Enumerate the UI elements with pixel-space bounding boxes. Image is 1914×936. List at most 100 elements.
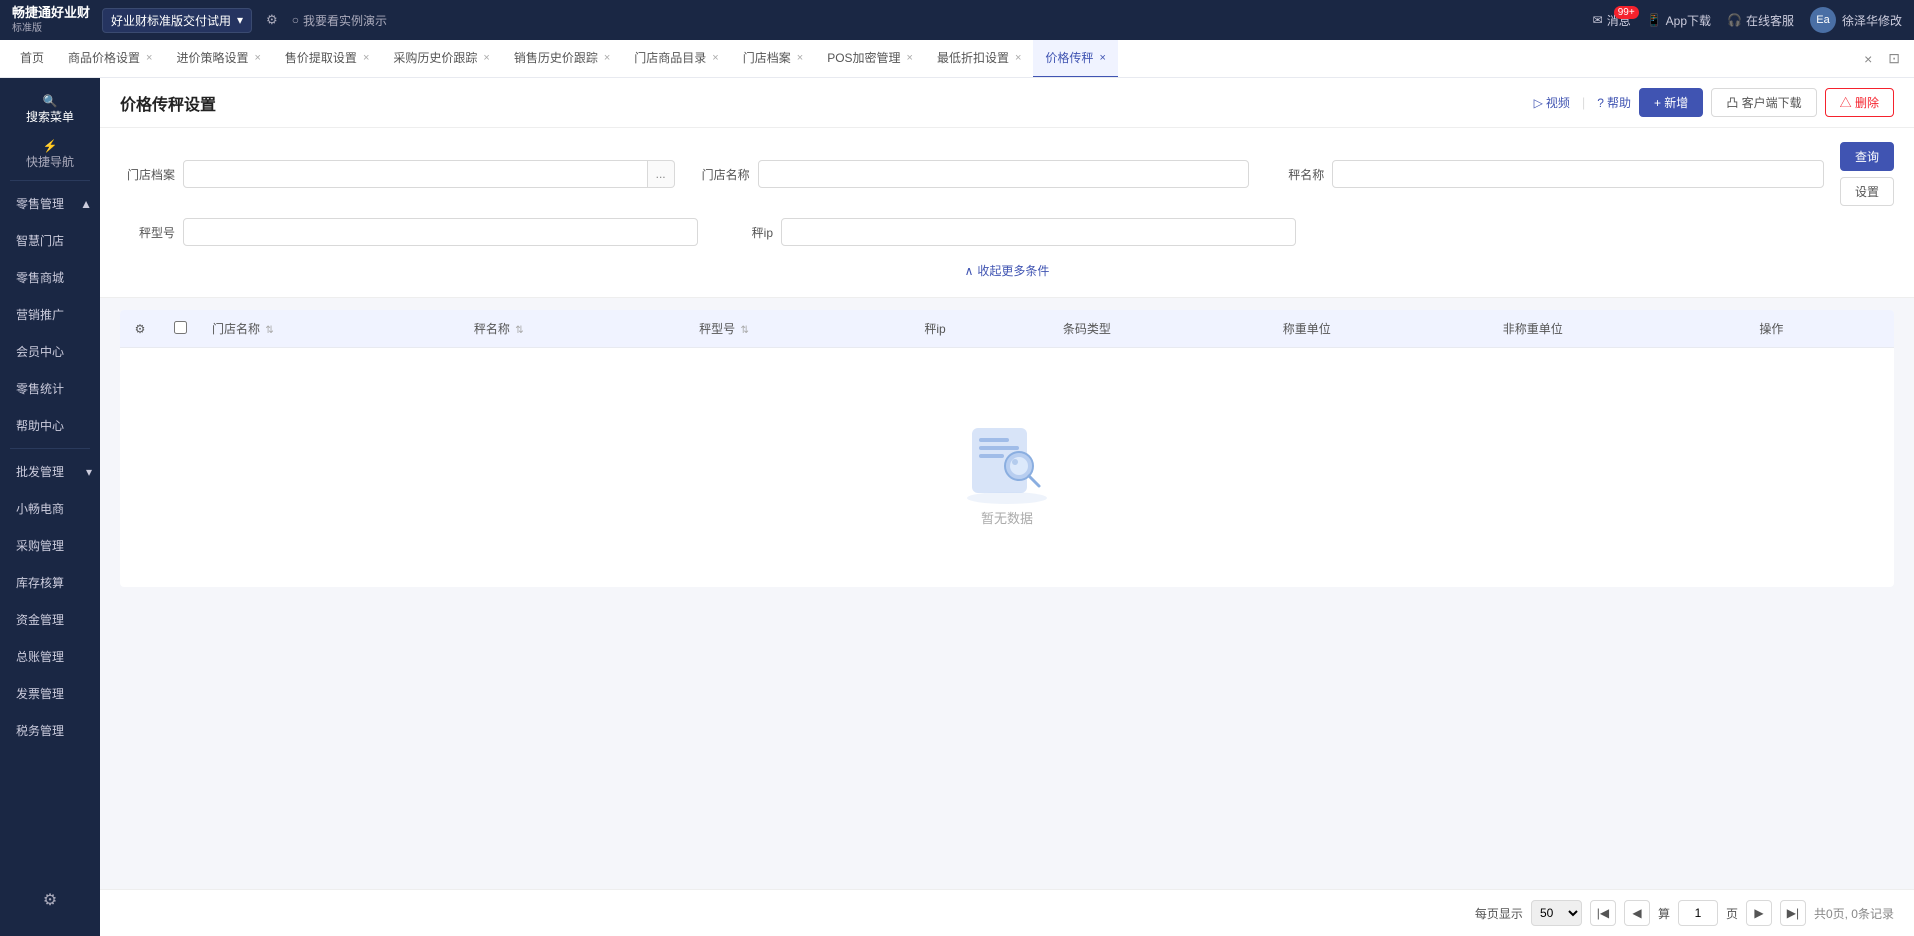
collapse-btn[interactable]: ∧ 收起更多条件	[120, 258, 1894, 283]
sidebar-item-smart-store[interactable]: 智慧门店	[0, 222, 100, 259]
messages-badge: 99+	[1614, 6, 1639, 19]
tab-sales-history[interactable]: 销售历史价跟踪 ×	[502, 40, 622, 78]
empty-area: 暂无数据	[120, 348, 1894, 587]
close-icon[interactable]: ×	[363, 52, 369, 64]
close-icon[interactable]: ×	[604, 52, 610, 64]
tab-store-catalog[interactable]: 门店商品目录 ×	[622, 40, 730, 78]
empty-illustration	[947, 408, 1067, 508]
query-btn[interactable]: 查询	[1840, 142, 1894, 171]
close-icon[interactable]: ×	[907, 52, 913, 64]
per-page-select[interactable]: 50 10 20 100	[1531, 900, 1582, 926]
filter-settings-btn[interactable]: 设置	[1840, 177, 1894, 206]
close-icon[interactable]: ×	[1099, 52, 1105, 64]
tab-sale-price[interactable]: 售价提取设置 ×	[273, 40, 381, 78]
scale-name-input[interactable]	[1332, 160, 1824, 188]
scale-model-input[interactable]	[183, 218, 698, 246]
sidebar-item-purchase[interactable]: 采购管理	[0, 527, 100, 564]
sort-icon: ⇅	[740, 325, 748, 336]
sidebar-item-retail-mall[interactable]: 零售商城	[0, 259, 100, 296]
page-suffix-label: 页	[1726, 905, 1738, 922]
tab-purchase-strategy[interactable]: 进价策略设置 ×	[164, 40, 272, 78]
add-btn[interactable]: + 新增	[1639, 88, 1703, 117]
restore-tab-btn[interactable]: ⊡	[1882, 48, 1906, 69]
demo-btn[interactable]: ○ 我要看实例演示	[292, 12, 387, 29]
sidebar-search[interactable]: 🔍 搜索菜单	[0, 86, 100, 133]
sidebar-item-member[interactable]: 会员中心	[0, 333, 100, 370]
last-page-btn[interactable]: ▶|	[1780, 900, 1806, 926]
sidebar-item-ecom[interactable]: 小畅电商	[0, 490, 100, 527]
tab-pos-mgmt[interactable]: POS加密管理 ×	[815, 40, 925, 78]
sidebar-search-label: 搜索菜单	[0, 108, 100, 125]
select-all-checkbox[interactable]	[174, 321, 187, 334]
sidebar-general-ledger-label: 总账管理	[16, 648, 64, 665]
store-file-input[interactable]	[183, 160, 648, 188]
store-file-btn[interactable]: ...	[648, 160, 675, 188]
table-area: ⚙ 门店名称 ⇅ 秤名称 ⇅ 秤型号	[100, 298, 1914, 889]
close-icon[interactable]: ×	[254, 52, 260, 64]
online-service-btn[interactable]: 🎧 在线客服	[1727, 12, 1794, 29]
sidebar-item-tax[interactable]: 税务管理	[0, 712, 100, 749]
tab-min-discount[interactable]: 最低折扣设置 ×	[925, 40, 1033, 78]
close-icon[interactable]: ×	[797, 52, 803, 64]
tab-home[interactable]: 首页	[8, 40, 56, 78]
pagination: 每页显示 50 10 20 100 |◀ ◀ 算 页 ▶ ▶| 共0页, 0条记…	[100, 889, 1914, 936]
sidebar-item-inventory[interactable]: 库存核算	[0, 564, 100, 601]
app-download-btn[interactable]: 📱 App下载	[1647, 12, 1711, 29]
user-initials: Ea	[1816, 14, 1829, 26]
help-link[interactable]: ? 帮助	[1597, 94, 1631, 111]
video-icon: ▷	[1534, 96, 1543, 110]
tab-purchase-history[interactable]: 采购历史价跟踪 ×	[381, 40, 501, 78]
sidebar-item-marketing[interactable]: 营销推广	[0, 296, 100, 333]
help-label: 帮助	[1607, 94, 1631, 111]
download-btn-label: 凸 客户端下载	[1726, 94, 1801, 111]
tab-product-price[interactable]: 商品价格设置 ×	[56, 40, 164, 78]
first-page-btn[interactable]: |◀	[1590, 900, 1616, 926]
tab-purchase-history-label: 采购历史价跟踪	[393, 49, 477, 66]
play-icon: ○	[292, 13, 299, 27]
add-btn-label: + 新增	[1654, 94, 1688, 111]
version-selector[interactable]: 好业财标准版交付试用 ▾	[102, 8, 252, 33]
sidebar-divider	[10, 180, 90, 181]
store-name-input[interactable]	[758, 160, 1250, 188]
delete-btn[interactable]: △ 删除	[1825, 88, 1894, 117]
col-barcode-type-label: 条码类型	[1063, 322, 1111, 336]
page-input[interactable]	[1678, 900, 1718, 926]
col-scale-name-label: 秤名称	[474, 322, 510, 336]
total-info: 共0页, 0条记录	[1814, 905, 1894, 922]
sidebar-item-general-ledger[interactable]: 总账管理	[0, 638, 100, 675]
sidebar-quick-nav[interactable]: ⚡ 快捷导航	[0, 133, 100, 176]
sidebar-gear-btn[interactable]: ⚙	[43, 882, 57, 918]
sidebar-item-help[interactable]: 帮助中心	[0, 407, 100, 444]
close-icon[interactable]: ×	[146, 52, 152, 64]
messages-btn[interactable]: ✉ 消息 99+	[1593, 12, 1631, 29]
top-right: ✉ 消息 99+ 📱 App下载 🎧 在线客服 Ea 徐泽华修改	[1593, 7, 1902, 33]
tab-pos-mgmt-label: POS加密管理	[827, 49, 900, 66]
tab-price-scale[interactable]: 价格传秤 ×	[1033, 40, 1117, 78]
tab-store-file[interactable]: 门店档案 ×	[731, 40, 815, 78]
tab-sale-price-label: 售价提取设置	[285, 49, 357, 66]
scale-ip-input[interactable]	[781, 218, 1296, 246]
close-icon[interactable]: ×	[483, 52, 489, 64]
next-page-btn[interactable]: ▶	[1746, 900, 1772, 926]
sidebar-item-wholesale[interactable]: 批发管理 ▾	[0, 453, 100, 490]
tab-home-label: 首页	[20, 49, 44, 66]
sidebar-item-retail-stats[interactable]: 零售统计	[0, 370, 100, 407]
sidebar-item-finance[interactable]: 资金管理	[0, 601, 100, 638]
video-link[interactable]: ▷ 视频	[1534, 94, 1570, 111]
sidebar-item-retail-mgmt[interactable]: 零售管理 ▲	[0, 185, 100, 222]
close-icon[interactable]: ×	[1015, 52, 1021, 64]
sidebar-item-invoice[interactable]: 发票管理	[0, 675, 100, 712]
top-bar: 畅捷通好业财 标准版 好业财标准版交付试用 ▾ ⚙ ○ 我要看实例演示 ✉ 消息…	[0, 0, 1914, 40]
sidebar-divider2	[10, 448, 90, 449]
sidebar-finance-label: 资金管理	[16, 611, 64, 628]
settings-icon-btn[interactable]: ⚙	[262, 8, 282, 32]
sidebar-marketing-label: 营销推广	[16, 306, 64, 323]
user-avatar-area[interactable]: Ea 徐泽华修改	[1810, 7, 1902, 33]
download-btn[interactable]: 凸 客户端下载	[1711, 88, 1816, 117]
sidebar-retail-label: 零售管理	[16, 195, 64, 212]
col-non-weight-unit-label: 非称重单位	[1503, 322, 1563, 336]
filter-store-file: 门店档案 ...	[120, 160, 675, 188]
close-icon[interactable]: ×	[712, 52, 718, 64]
close-all-tabs-btn[interactable]: ×	[1858, 48, 1878, 69]
prev-page-btn[interactable]: ◀	[1624, 900, 1650, 926]
